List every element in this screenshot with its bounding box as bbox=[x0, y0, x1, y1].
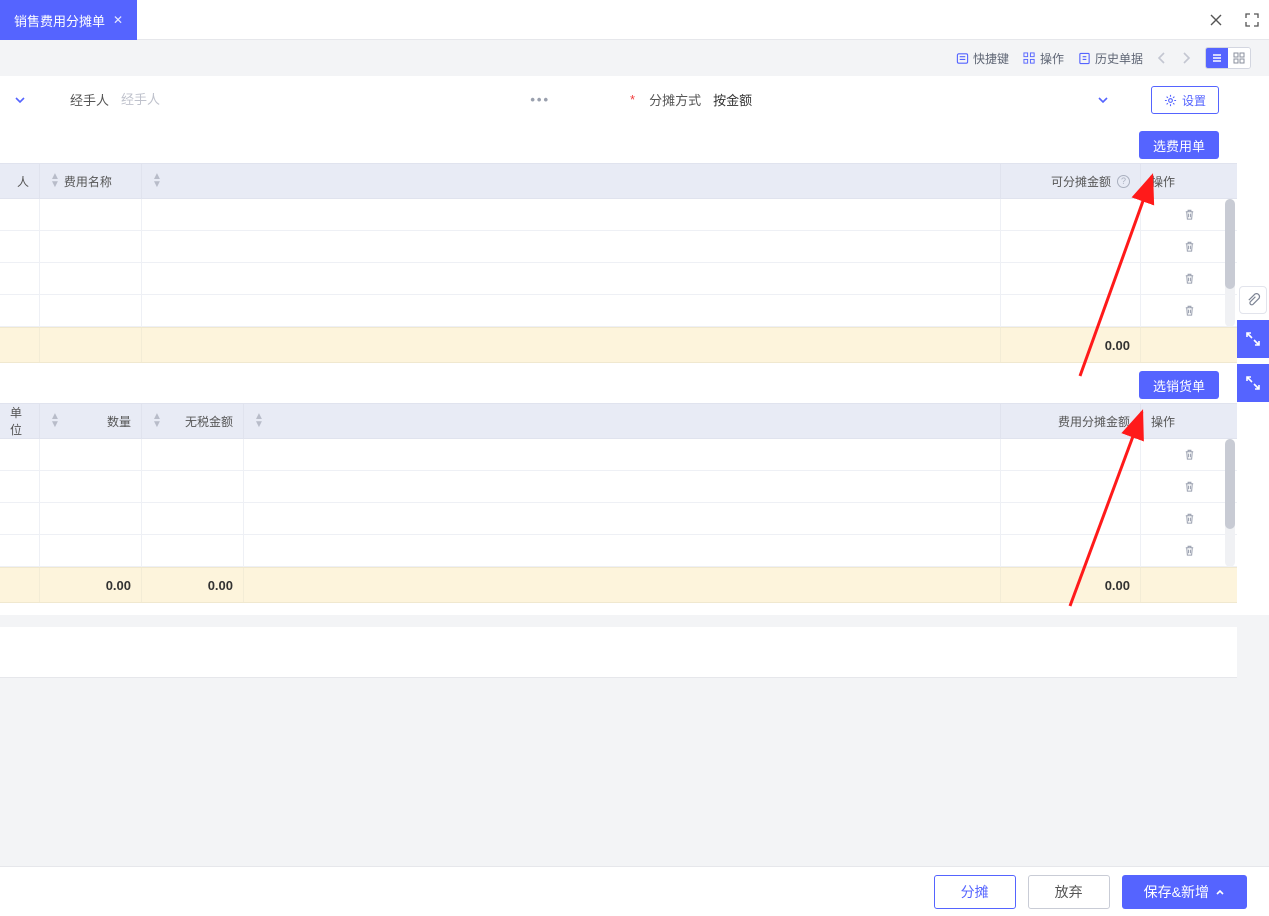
handler-field: 经手人 ••• bbox=[70, 90, 550, 109]
column-qty: 数量 bbox=[64, 413, 131, 430]
history-button[interactable]: 历史单据 bbox=[1078, 50, 1143, 67]
view-list-icon[interactable] bbox=[1206, 48, 1228, 68]
close-panel-icon[interactable] bbox=[1205, 9, 1227, 31]
handler-label: 经手人 bbox=[70, 90, 109, 109]
sum-qty: 0.00 bbox=[106, 578, 131, 593]
column-notax: 无税金额 bbox=[166, 413, 233, 430]
column-expense-name: 费用名称 bbox=[64, 173, 112, 190]
toolbar: 快捷键 操作 历史单据 bbox=[0, 40, 1269, 76]
expense-table: 人 ▲▼费用名称 ▲▼ 可分摊金额? 操作 0.00 bbox=[0, 163, 1237, 363]
chevron-down-icon[interactable] bbox=[13, 93, 27, 107]
handler-input[interactable] bbox=[119, 91, 499, 108]
operate-button[interactable]: 操作 bbox=[1023, 50, 1064, 67]
trash-icon[interactable] bbox=[1183, 480, 1196, 493]
expand-out-icon[interactable] bbox=[1237, 320, 1269, 358]
view-toggle bbox=[1205, 47, 1251, 69]
sum-notax: 0.00 bbox=[208, 578, 233, 593]
shortcut-button[interactable]: 快捷键 bbox=[956, 50, 1009, 67]
column-operate: 操作 bbox=[1151, 413, 1175, 430]
sort-icon[interactable]: ▲▼ bbox=[50, 413, 60, 429]
column-operate: 操作 bbox=[1151, 173, 1175, 190]
sort-icon[interactable]: ▲▼ bbox=[152, 413, 162, 429]
help-icon[interactable]: ? bbox=[1117, 175, 1130, 188]
sort-icon[interactable]: ▲▼ bbox=[50, 173, 60, 189]
prev-record-icon[interactable] bbox=[1157, 52, 1167, 64]
tab-active[interactable]: 销售费用分摊单 ✕ bbox=[0, 0, 137, 40]
table-row bbox=[0, 295, 1237, 327]
side-rail bbox=[1237, 116, 1269, 402]
table-row bbox=[0, 231, 1237, 263]
attachment-icon[interactable] bbox=[1239, 286, 1267, 314]
method-label: 分摊方式 bbox=[649, 90, 701, 109]
expand-in-icon[interactable] bbox=[1237, 364, 1269, 402]
sum-row: 0.00 0.00 0.00 bbox=[0, 567, 1237, 603]
next-record-icon[interactable] bbox=[1181, 52, 1191, 64]
save-new-button[interactable]: 保存&新增 bbox=[1122, 875, 1247, 909]
trash-icon[interactable] bbox=[1183, 240, 1196, 253]
fullscreen-icon[interactable] bbox=[1241, 9, 1263, 31]
table-row bbox=[0, 439, 1237, 471]
method-input[interactable] bbox=[711, 91, 1091, 108]
close-icon[interactable]: ✕ bbox=[113, 13, 123, 27]
table-row bbox=[0, 503, 1237, 535]
tab-title: 销售费用分摊单 bbox=[14, 11, 105, 30]
sum-amount: 0.00 bbox=[1105, 578, 1130, 593]
column-allocatable-amount: 可分摊金额 bbox=[1051, 173, 1111, 190]
trash-icon[interactable] bbox=[1183, 304, 1196, 317]
method-field: * 分摊方式 bbox=[630, 90, 1110, 109]
view-grid-icon[interactable] bbox=[1228, 48, 1250, 68]
trash-icon[interactable] bbox=[1183, 448, 1196, 461]
select-sales-button[interactable]: 选销货单 bbox=[1139, 371, 1219, 399]
column-alloc-amount: 费用分摊金额 bbox=[1058, 413, 1130, 430]
sum-row: 0.00 bbox=[0, 327, 1237, 363]
chevron-down-icon[interactable] bbox=[1096, 93, 1110, 107]
table-row bbox=[0, 535, 1237, 567]
trash-icon[interactable] bbox=[1183, 208, 1196, 221]
sales-table: 单位 ▲▼数量 ▲▼无税金额 ▲▼ 费用分摊金额 操作 0.00 0.00 bbox=[0, 403, 1237, 603]
chevron-up-icon bbox=[1215, 887, 1225, 897]
discard-button[interactable]: 放弃 bbox=[1028, 875, 1110, 909]
allocate-button[interactable]: 分摊 bbox=[934, 875, 1016, 909]
form-row: 经手人 ••• * 分摊方式 设置 bbox=[0, 76, 1237, 123]
sum-amount: 0.00 bbox=[1105, 338, 1130, 353]
trash-icon[interactable] bbox=[1183, 512, 1196, 525]
table-row bbox=[0, 263, 1237, 295]
table-row bbox=[0, 199, 1237, 231]
select-expense-button[interactable]: 选费用单 bbox=[1139, 131, 1219, 159]
table-row bbox=[0, 471, 1237, 503]
sort-icon[interactable]: ▲▼ bbox=[152, 173, 162, 189]
trash-icon[interactable] bbox=[1183, 272, 1196, 285]
trash-icon[interactable] bbox=[1183, 544, 1196, 557]
settings-button[interactable]: 设置 bbox=[1151, 86, 1219, 114]
footer: 分摊 放弃 保存&新增 bbox=[0, 866, 1269, 916]
more-icon[interactable]: ••• bbox=[530, 92, 550, 107]
tab-bar: 销售费用分摊单 ✕ bbox=[0, 0, 1269, 40]
sort-icon[interactable]: ▲▼ bbox=[254, 413, 264, 429]
